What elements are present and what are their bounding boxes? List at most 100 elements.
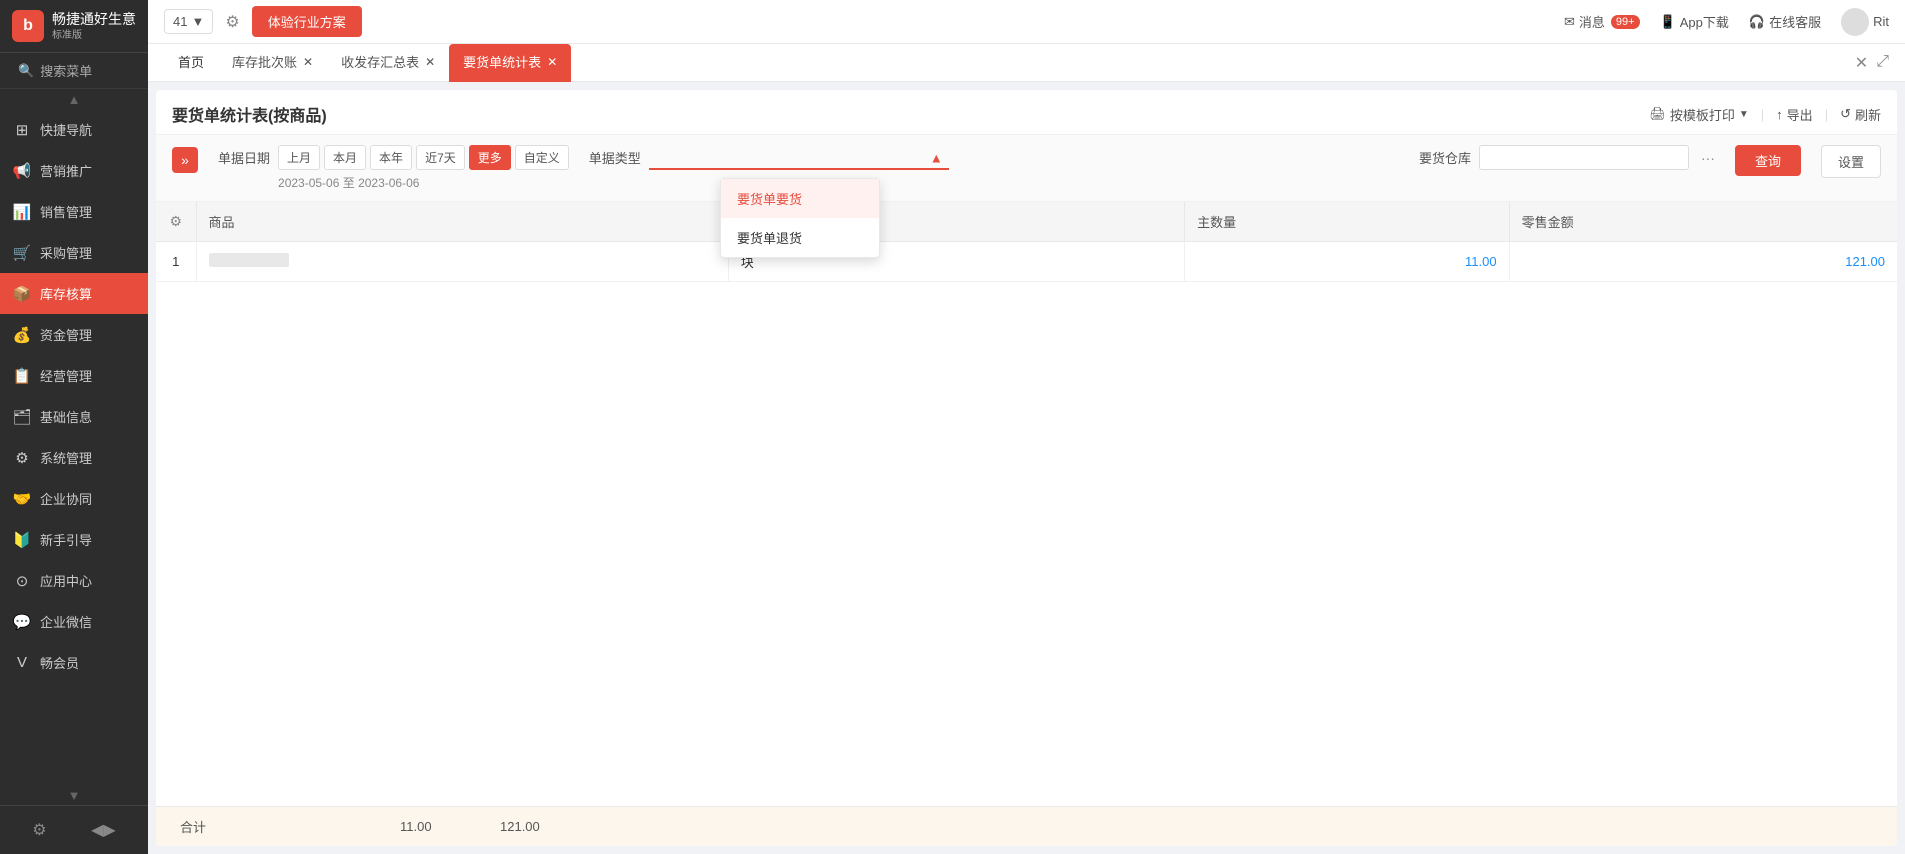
wx-icon: 💬 xyxy=(12,613,32,631)
tab-receive-summary[interactable]: 收发存汇总表 ✕ xyxy=(327,44,449,82)
filter-warehouse-input[interactable] xyxy=(1479,145,1689,170)
filter-toggle-btn[interactable]: » xyxy=(172,147,198,173)
date-btn-custom[interactable]: 自定义 xyxy=(515,145,569,170)
tab-inventory-batch-close[interactable]: ✕ xyxy=(303,55,313,69)
scroll-up-btn[interactable]: ▲ xyxy=(0,89,148,109)
sidebar-item-finance[interactable]: 💰 资金管理 xyxy=(0,314,148,355)
tab-request-order-close[interactable]: ✕ xyxy=(547,55,557,69)
th-amount: 零售金额 xyxy=(1509,202,1897,242)
logo-text: 畅捷通好生意 标准版 xyxy=(52,10,136,41)
user-profile-btn[interactable]: Rit xyxy=(1841,8,1889,36)
footer-label: 合计 xyxy=(168,817,388,836)
settings-btn[interactable]: 设置 xyxy=(1821,145,1881,178)
sidebar-item-app-center[interactable]: ⊙ 应用中心 xyxy=(0,560,148,601)
dropdown-item-request-order[interactable]: 要货单要货 xyxy=(721,179,879,218)
tab-close-all-icon[interactable]: ✕ xyxy=(1855,53,1868,73)
app-download-label: App下载 xyxy=(1680,12,1729,31)
trial-button[interactable]: 体验行业方案 xyxy=(252,6,362,37)
filter-type-input[interactable] xyxy=(649,145,949,170)
footer-qty: 11.00 xyxy=(388,819,488,834)
marketing-icon: 📢 xyxy=(12,162,32,180)
filter-warehouse-label: 要货仓库 xyxy=(1419,148,1471,167)
guide-icon: 🔰 xyxy=(12,531,32,549)
headset-icon: 🎧 xyxy=(1749,14,1765,30)
finance-icon: 💰 xyxy=(12,326,32,344)
refresh-btn[interactable]: ↺ 刷新 xyxy=(1840,105,1881,124)
sidebar-item-purchase[interactable]: 🛒 采购管理 xyxy=(0,232,148,273)
table-footer: 合计 11.00 121.00 xyxy=(156,806,1897,846)
sidebar-item-guide[interactable]: 🔰 新手引导 xyxy=(0,519,148,560)
collapse-btn[interactable]: ◀▶ xyxy=(83,816,124,844)
filter-type-group: 单据类型 ▲ xyxy=(589,145,1399,170)
sidebar-label-guide: 新手引导 xyxy=(40,530,92,549)
sidebar-item-sales[interactable]: 📊 销售管理 xyxy=(0,191,148,232)
date-btn-7days[interactable]: 近7天 xyxy=(416,145,465,170)
filter-date-label: 单据日期 xyxy=(218,145,270,173)
sidebar-item-enterprise[interactable]: 🤝 企业协同 xyxy=(0,478,148,519)
row-amount[interactable]: 121.00 xyxy=(1509,242,1897,282)
sidebar-item-inventory[interactable]: 📦 库存核算 xyxy=(0,273,148,314)
inventory-icon: 📦 xyxy=(12,285,32,303)
th-qty: 主数量 xyxy=(1185,202,1510,242)
sidebar-item-vip[interactable]: V 畅会员 xyxy=(0,642,148,683)
topbar-settings-icon[interactable]: ⚙ xyxy=(225,12,239,32)
sidebar-label-marketing: 营销推广 xyxy=(40,161,92,180)
filter-warehouse-group: 要货仓库 ··· xyxy=(1419,145,1715,170)
date-btn-more[interactable]: 更多 xyxy=(469,145,511,170)
export-btn[interactable]: ↑ 导出 xyxy=(1776,105,1813,124)
row-product xyxy=(196,242,728,282)
filter-more-icon[interactable]: ··· xyxy=(1701,150,1715,166)
filter-type-arrow-icon[interactable]: ▲ xyxy=(930,150,943,165)
tab-inventory-batch-label: 库存批次账 xyxy=(232,52,297,71)
export-icon: ↑ xyxy=(1776,107,1783,122)
sidebar-label-sales: 销售管理 xyxy=(40,202,92,221)
company-dropdown[interactable]: 41 ▼ xyxy=(164,9,213,34)
scroll-down-btn[interactable]: ▼ xyxy=(0,785,148,805)
messages-btn[interactable]: ✉ 消息 99+ xyxy=(1564,12,1640,31)
page-actions: 🖨 按模板打印 ▼ | ↑ 导出 | ↺ 刷新 xyxy=(1649,105,1881,124)
sidebar-item-marketing[interactable]: 📢 营销推广 xyxy=(0,150,148,191)
system-icon: ⚙ xyxy=(12,449,32,467)
dropdown-item-request-return[interactable]: 要货单退货 xyxy=(721,218,879,257)
date-btn-last-month[interactable]: 上月 xyxy=(278,145,320,170)
tabbar: 首页 库存批次账 ✕ 收发存汇总表 ✕ 要货单统计表 ✕ ✕ ⤢ xyxy=(148,44,1905,82)
online-service-label: 在线客服 xyxy=(1769,12,1821,31)
topbar: 41 ▼ ⚙ 体验行业方案 ✉ 消息 99+ 📱 App下载 🎧 在线客服 R xyxy=(148,0,1905,44)
app-name: 畅捷通好生意 xyxy=(52,10,136,28)
tab-home[interactable]: 首页 xyxy=(164,44,218,82)
operations-icon: 📋 xyxy=(12,367,32,385)
search-btn[interactable]: 查询 xyxy=(1735,145,1801,176)
company-label: 41 xyxy=(173,14,187,29)
column-settings-icon[interactable]: ⚙ xyxy=(169,213,182,229)
sidebar-item-operations[interactable]: 📋 经营管理 xyxy=(0,355,148,396)
filter-type-input-wrap: ▲ xyxy=(649,145,949,170)
filter-date-btns: 上月 本月 本年 近7天 更多 自定义 xyxy=(278,145,569,170)
date-btn-this-year[interactable]: 本年 xyxy=(370,145,412,170)
sidebar-item-quick-nav[interactable]: ⊞ 快捷导航 xyxy=(0,109,148,150)
date-btn-this-month[interactable]: 本月 xyxy=(324,145,366,170)
row-qty[interactable]: 11.00 xyxy=(1185,242,1510,282)
app-download-btn[interactable]: 📱 App下载 xyxy=(1660,12,1729,31)
filter-dates: 上月 本月 本年 近7天 更多 自定义 2023-05-06 至 2023-06… xyxy=(278,145,569,191)
print-btn[interactable]: 🖨 按模板打印 ▼ xyxy=(1649,105,1748,124)
tab-expand-area: ✕ ⤢ xyxy=(1855,53,1889,73)
sidebar-item-system[interactable]: ⚙ 系统管理 xyxy=(0,437,148,478)
online-service-btn[interactable]: 🎧 在线客服 xyxy=(1749,12,1821,31)
sidebar-item-wx[interactable]: 💬 企业微信 xyxy=(0,601,148,642)
search-menu[interactable]: 🔍 搜索菜单 xyxy=(0,53,148,89)
tab-receive-summary-close[interactable]: ✕ xyxy=(425,55,435,69)
search-icon: 🔍 xyxy=(18,63,34,79)
logo-icon: b xyxy=(12,10,44,42)
data-table: ⚙ 商品 主计量单位 主数量 零售金额 1 xyxy=(156,202,1897,282)
print-icon: 🖨 xyxy=(1649,106,1666,122)
tab-request-order[interactable]: 要货单统计表 ✕ xyxy=(449,44,571,82)
messages-count: 99+ xyxy=(1611,15,1640,29)
sidebar-item-basic-info[interactable]: 🗂 基础信息 xyxy=(0,396,148,437)
enterprise-icon: 🤝 xyxy=(12,490,32,508)
tab-expand-icon[interactable]: ⤢ xyxy=(1876,53,1889,73)
topbar-left: 41 ▼ ⚙ 体验行业方案 xyxy=(164,6,362,37)
sidebar-label-app-center: 应用中心 xyxy=(40,571,92,590)
refresh-label: 刷新 xyxy=(1855,105,1881,124)
tab-inventory-batch[interactable]: 库存批次账 ✕ xyxy=(218,44,327,82)
settings-bottom-btn[interactable]: ⚙ xyxy=(24,816,54,844)
